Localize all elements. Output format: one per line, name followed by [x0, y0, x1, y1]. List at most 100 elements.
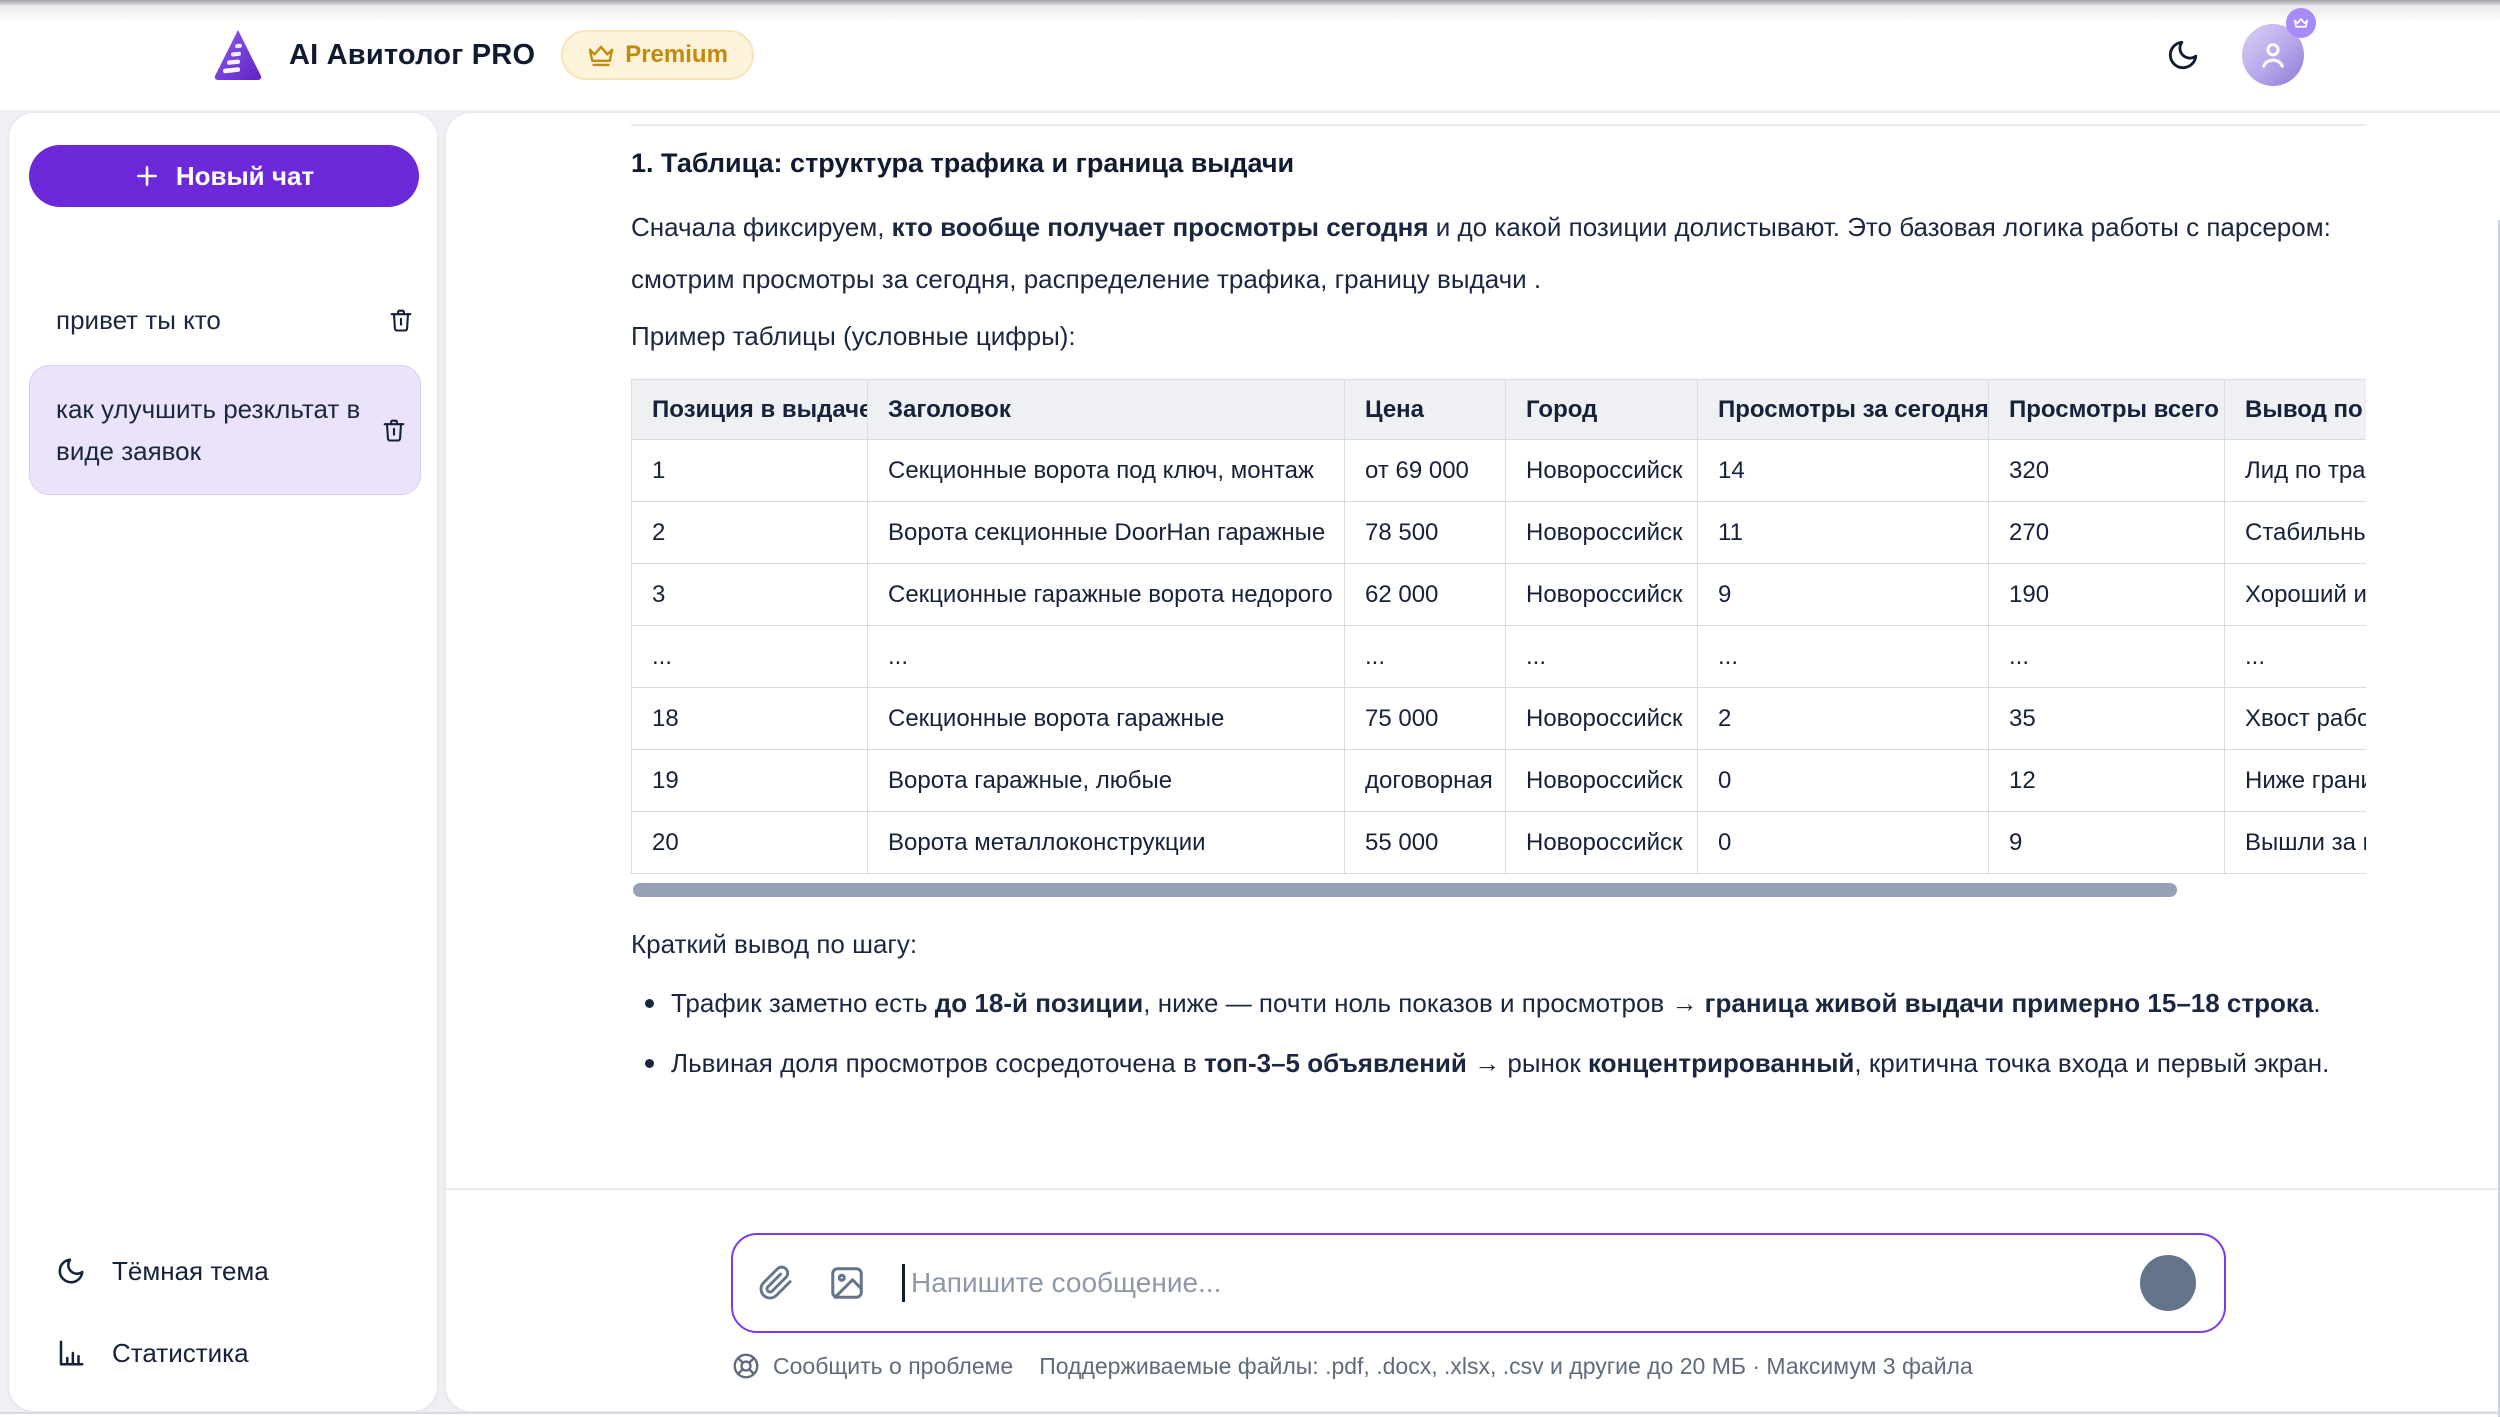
chat-list: привет ты кто как улучшить резкльтат в в…	[9, 291, 439, 495]
table-cell: Ниже грани	[2224, 749, 2366, 812]
report-problem-label: Сообщить о проблеме	[773, 1352, 1014, 1379]
image-icon	[831, 1267, 863, 1299]
table-cell: 75 000	[1344, 687, 1506, 750]
composer-hints: Сообщить о проблеме Поддерживаемые файлы…	[731, 1351, 1973, 1381]
table-cell: Новороссийск	[1505, 811, 1698, 874]
chat-list-item-selected[interactable]: как улучшить резкльтат в виде заявок	[29, 365, 421, 495]
paperclip-icon	[759, 1265, 792, 1300]
table-cell: 2	[631, 501, 868, 564]
table-cell: Лид по траф	[2224, 439, 2366, 502]
chat-title[interactable]: привет ты кто	[56, 299, 381, 341]
table-cell: 190	[1988, 563, 2225, 626]
message-input[interactable]: Напишите сообщение...	[731, 1233, 2226, 1333]
trash-icon	[383, 419, 405, 442]
premium-badge[interactable]: Premium	[561, 30, 754, 80]
table-cell: ...	[1505, 625, 1698, 688]
table-cell: 35	[1988, 687, 2225, 750]
dark-theme-toggle[interactable]: Тёмная тема	[9, 1243, 439, 1299]
text: рынок	[1500, 1048, 1588, 1078]
send-button[interactable]	[2140, 1255, 2196, 1311]
premium-label: Premium	[625, 41, 728, 68]
table-row: 18 Секционные ворота гаражные 75 000 Новоро…	[631, 687, 2366, 750]
attach-image-button[interactable]	[828, 1264, 866, 1302]
crown-icon	[588, 45, 614, 67]
table-header-cell: Просмотры за сегодня	[1697, 379, 1989, 440]
plus-icon	[136, 166, 157, 186]
chat-list-item[interactable]: привет ты кто	[29, 291, 421, 349]
table-row: .....................	[631, 625, 2366, 688]
theme-toggle-button[interactable]	[2166, 38, 2200, 72]
table-cell: Хвост рабоч	[2224, 687, 2366, 750]
new-chat-button[interactable]: Новый чат	[29, 145, 419, 207]
sidebar: Новый чат привет ты кто как улучшить рез…	[8, 112, 438, 1412]
table-cell: Новороссийск	[1505, 563, 1698, 626]
table-cell: Вышли за гр	[2224, 811, 2366, 874]
statistics-label: Статистика	[112, 1337, 249, 1368]
message-heading: 1. Таблица: структура трафика и граница …	[631, 148, 1295, 178]
table-header-cell: Позиция в выдаче	[631, 379, 868, 440]
table-cell: Секционные ворота под ключ, монтаж	[867, 439, 1345, 502]
table-row: 20 Ворота металлоконструкции 55 000 Новорос…	[631, 811, 2366, 874]
table-header-cell: Цена	[1344, 379, 1506, 440]
report-problem-button[interactable]: Сообщить о проблеме	[731, 1351, 1013, 1381]
bullet-item: Трафик заметно есть до 18-й позиции, ниж…	[631, 978, 2366, 1028]
table-cell: 78 500	[1344, 501, 1506, 564]
user-avatar[interactable]	[2242, 8, 2316, 86]
person-icon	[2262, 43, 2284, 68]
table-cell: 14	[1697, 439, 1989, 502]
table-row: 3 Секционные гаражные ворота недорого 62 0…	[631, 563, 2366, 626]
table-cell: 320	[1988, 439, 2225, 502]
new-chat-label: Новый чат	[175, 160, 315, 191]
text: Сначала фиксируем,	[631, 212, 892, 242]
app-logo-icon	[214, 30, 262, 80]
text-caret	[902, 1264, 905, 1302]
table-cell: 270	[1988, 501, 2225, 564]
table-cell: ...	[631, 625, 868, 688]
table-row: 19 Ворота гаражные, любые договорная Новоро…	[631, 749, 2366, 812]
statistics-item[interactable]: Статистика	[9, 1325, 439, 1381]
table-cell: Секционные гаражные ворота недорого	[867, 563, 1345, 626]
table-row: 2 Ворота секционные DoorHan гаражные 78 50…	[631, 501, 2366, 564]
delete-chat-button[interactable]	[374, 410, 414, 450]
text: Львиная доля просмотров сосредоточена в	[671, 1048, 1204, 1078]
text: , ниже — почти ноль показов и просмотров	[1143, 988, 1672, 1018]
table-cell: ...	[867, 625, 1345, 688]
table-cell: Секционные ворота гаражные	[867, 687, 1345, 750]
chat-title[interactable]: как улучшить резкльтат в виде заявок	[56, 388, 374, 472]
table-cell: 2	[1697, 687, 1989, 750]
supported-files-hint: Поддерживаемые файлы: .pdf, .docx, .xlsx…	[1039, 1352, 1973, 1379]
chat-messages[interactable]: 1. Таблица: структура трафика и граница …	[446, 113, 2500, 1186]
bold-text: → граница живой выдачи примерно 15–18 ст…	[1671, 988, 2314, 1018]
message-divider	[631, 124, 2366, 126]
delete-chat-button[interactable]	[381, 300, 421, 340]
table-cell: Новороссийск	[1505, 501, 1698, 564]
table-cell: 55 000	[1344, 811, 1506, 874]
summary-title: Краткий вывод по шагу:	[631, 929, 918, 959]
table-cell: 9	[1697, 563, 1989, 626]
text: .	[2313, 988, 2321, 1018]
bold-text: →	[1474, 1048, 1501, 1078]
table-cell: Хороший ин	[2224, 563, 2366, 626]
sidebar-footer: Тёмная тема Статистика	[9, 1243, 439, 1381]
composer-divider	[446, 1188, 2500, 1190]
table-cell: 0	[1697, 749, 1989, 812]
table-cell: 20	[631, 811, 868, 874]
horizontal-scrollbar-thumb[interactable]	[633, 883, 2177, 897]
moon-icon	[58, 1258, 84, 1284]
table-cell: Стабильный	[2224, 501, 2366, 564]
table-header-cell: Город	[1505, 379, 1698, 440]
bold-text: кто вообще получает просмотры сегодня	[891, 212, 1429, 242]
table-cell: 11	[1697, 501, 1989, 564]
attach-file-button[interactable]	[758, 1265, 794, 1301]
lifebuoy-icon	[733, 1353, 759, 1379]
table-cell: 3	[631, 563, 868, 626]
table-cell: Ворота металлоконструкции	[867, 811, 1345, 874]
table-header-cell: Просмотры всего	[1988, 379, 2225, 440]
table-cell: Ворота секционные DoorHan гаражные	[867, 501, 1345, 564]
table-cell: договорная	[1344, 749, 1506, 812]
table-cell: ...	[1988, 625, 2225, 688]
premium-crown-badge	[2286, 8, 2316, 38]
bold-text: концентрированный	[1587, 1048, 1855, 1078]
text: , критична точка входа и первый экран.	[1854, 1048, 2330, 1078]
table-header-cell: Заголовок	[867, 379, 1345, 440]
